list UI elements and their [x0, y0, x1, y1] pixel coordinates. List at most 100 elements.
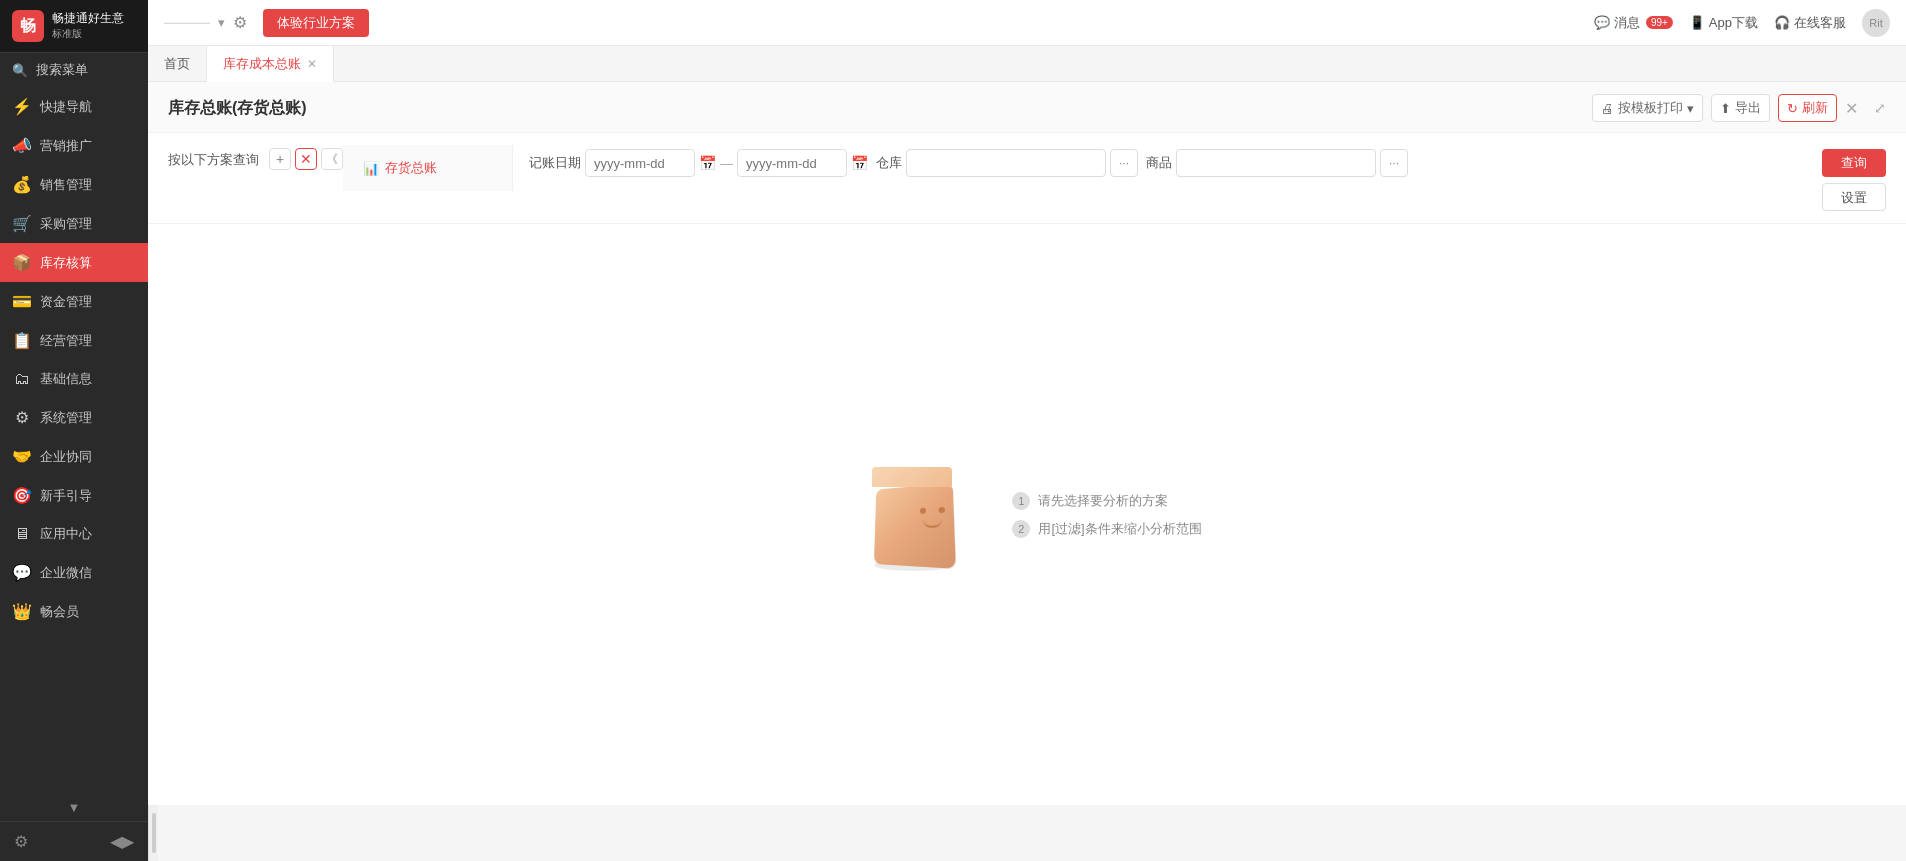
sidebar-item-label: 经营管理	[40, 332, 92, 350]
export-label: 导出	[1735, 99, 1761, 117]
hint-1-text: 请先选择要分析的方案	[1038, 492, 1168, 510]
date-label: 记账日期	[529, 154, 581, 172]
collab-icon: 🤝	[12, 447, 32, 466]
calendar-from-icon[interactable]: 📅	[699, 155, 716, 171]
sidebar-item-inventory[interactable]: 📦 库存核算	[0, 243, 148, 282]
sidebar-item-finance[interactable]: 💳 资金管理	[0, 282, 148, 321]
finance-icon: 💳	[12, 292, 32, 311]
topbar-right: 💬 消息 99+ 📱 App下载 🎧 在线客服 Rit	[1594, 9, 1890, 37]
message-badge: 99+	[1646, 16, 1673, 29]
date-to-input[interactable]	[737, 149, 847, 177]
sidebar-item-system[interactable]: ⚙ 系统管理	[0, 398, 148, 437]
export-icon: ⬆	[1720, 101, 1731, 116]
print-icon: 🖨	[1601, 101, 1614, 116]
hint-num-2: 2	[1012, 520, 1030, 538]
user-menu[interactable]: Rit	[1862, 9, 1890, 37]
refresh-btn[interactable]: ↻ 刷新	[1778, 94, 1837, 122]
app-center-icon: 🖥	[12, 525, 32, 543]
sidebar-item-label: 系统管理	[40, 409, 92, 427]
collapse-toggle-icon[interactable]: ◀▶	[110, 832, 134, 851]
filter-collapse-btn[interactable]: 《	[321, 148, 343, 170]
scheme-item-inventory[interactable]: 📊 存货总账	[355, 153, 500, 183]
search-button[interactable]: 查询	[1822, 149, 1886, 177]
tabbar: 首页 库存成本总账 ✕	[148, 46, 1906, 82]
operations-icon: 📋	[12, 331, 32, 350]
box-body	[874, 483, 956, 569]
service-icon: 🎧	[1774, 15, 1790, 30]
online-service-btn[interactable]: 🎧 在线客服	[1774, 14, 1846, 32]
sidebar-item-sales[interactable]: 💰 销售管理	[0, 165, 148, 204]
marketing-icon: 📣	[12, 136, 32, 155]
panel-expand-icon[interactable]: ⤢	[1874, 100, 1886, 116]
goods-field-group: 商品 ···	[1146, 149, 1408, 177]
breadcrumb-chevron[interactable]: ▾	[218, 15, 225, 30]
message-icon: 💬	[1594, 15, 1610, 30]
gear-icon[interactable]: ⚙	[233, 13, 247, 32]
industry-btn[interactable]: 体验行业方案	[263, 9, 369, 37]
empty-state: 1 请先选择要分析的方案 2 用[过滤]条件来缩小分析范围	[148, 224, 1906, 805]
hint-num-1: 1	[1012, 492, 1030, 510]
sidebar-item-label: 采购管理	[40, 215, 92, 233]
sales-icon: 💰	[12, 175, 32, 194]
sidebar-item-member[interactable]: 👑 畅会员	[0, 592, 148, 631]
app-logo-icon: 畅	[12, 10, 44, 42]
sidebar-item-label: 基础信息	[40, 370, 92, 388]
tab-inventory-label: 库存成本总账	[223, 55, 301, 73]
sidebar-item-label: 营销推广	[40, 137, 92, 155]
print-template-btn[interactable]: 🖨 按模板打印 ▾	[1592, 94, 1703, 122]
warehouse-input[interactable]	[906, 149, 1106, 177]
print-label: 按模板打印	[1618, 99, 1683, 117]
settings-icon[interactable]: ⚙	[14, 832, 28, 851]
tab-close-icon[interactable]: ✕	[307, 57, 317, 71]
app-download-label: App下载	[1709, 14, 1758, 32]
calendar-to-icon[interactable]: 📅	[851, 155, 868, 171]
right-panel-handle[interactable]	[152, 813, 156, 853]
sidebar-item-basic-info[interactable]: 🗂 基础信息	[0, 360, 148, 398]
hint-2-text: 用[过滤]条件来缩小分析范围	[1038, 520, 1201, 538]
goods-more-btn[interactable]: ···	[1380, 149, 1408, 177]
sidebar-item-purchase[interactable]: 🛒 采购管理	[0, 204, 148, 243]
box-top	[872, 467, 952, 487]
app-icon: 📱	[1689, 15, 1705, 30]
empty-illustration	[852, 455, 972, 575]
sidebar-scroll-down[interactable]: ▼	[0, 794, 148, 821]
search-fields: 记账日期 📅 — 📅 仓库 ··· 商品 ···	[513, 145, 1810, 181]
inventory-icon: 📦	[12, 253, 32, 272]
scheme-list: 📊 存货总账	[343, 145, 513, 191]
box-eyes	[920, 506, 945, 513]
sidebar-item-operations[interactable]: 📋 经营管理	[0, 321, 148, 360]
quick-nav-icon: ⚡	[12, 97, 32, 116]
date-from-input[interactable]	[585, 149, 695, 177]
tab-inventory-ledger[interactable]: 库存成本总账 ✕	[207, 46, 334, 82]
sidebar-item-wechat[interactable]: 💬 企业微信	[0, 553, 148, 592]
tab-home[interactable]: 首页	[148, 46, 207, 82]
export-btn[interactable]: ⬆ 导出	[1711, 94, 1770, 122]
sidebar-item-label: 企业微信	[40, 564, 92, 582]
sidebar-item-collab[interactable]: 🤝 企业协同	[0, 437, 148, 476]
wechat-icon: 💬	[12, 563, 32, 582]
message-btn[interactable]: 💬 消息 99+	[1594, 14, 1673, 32]
warehouse-more-btn[interactable]: ···	[1110, 149, 1138, 177]
panel-close-btn[interactable]: ✕	[1845, 99, 1858, 118]
sidebar-item-newbie[interactable]: 🎯 新手引导	[0, 476, 148, 515]
print-chevron-icon: ▾	[1687, 101, 1694, 116]
sidebar-search[interactable]: 🔍 搜索菜单	[0, 53, 148, 87]
setting-button[interactable]: 设置	[1822, 183, 1886, 211]
sidebar-item-label: 库存核算	[40, 254, 92, 272]
filter-del-btn[interactable]: ✕	[295, 148, 317, 170]
sidebar-nav: ⚡ 快捷导航 📣 营销推广 💰 销售管理 🛒 采购管理 📦 库存核算 💳 资金管…	[0, 87, 148, 794]
sidebar-item-app-center[interactable]: 🖥 应用中心	[0, 515, 148, 553]
sidebar-footer: ⚙ ◀▶	[0, 821, 148, 861]
sidebar-item-label: 快捷导航	[40, 98, 92, 116]
sidebar-item-quick-nav[interactable]: ⚡ 快捷导航	[0, 87, 148, 126]
sidebar-item-label: 销售管理	[40, 176, 92, 194]
app-download-btn[interactable]: 📱 App下载	[1689, 14, 1758, 32]
goods-input[interactable]	[1176, 149, 1376, 177]
newbie-icon: 🎯	[12, 486, 32, 505]
sidebar-item-label: 应用中心	[40, 525, 92, 543]
scheme-item-icon: 📊	[363, 161, 379, 176]
filter-add-btn[interactable]: +	[269, 148, 291, 170]
sidebar-item-marketing[interactable]: 📣 营销推广	[0, 126, 148, 165]
empty-hints: 1 请先选择要分析的方案 2 用[过滤]条件来缩小分析范围	[1012, 492, 1201, 538]
filter-label: 按以下方案查询	[168, 145, 259, 169]
